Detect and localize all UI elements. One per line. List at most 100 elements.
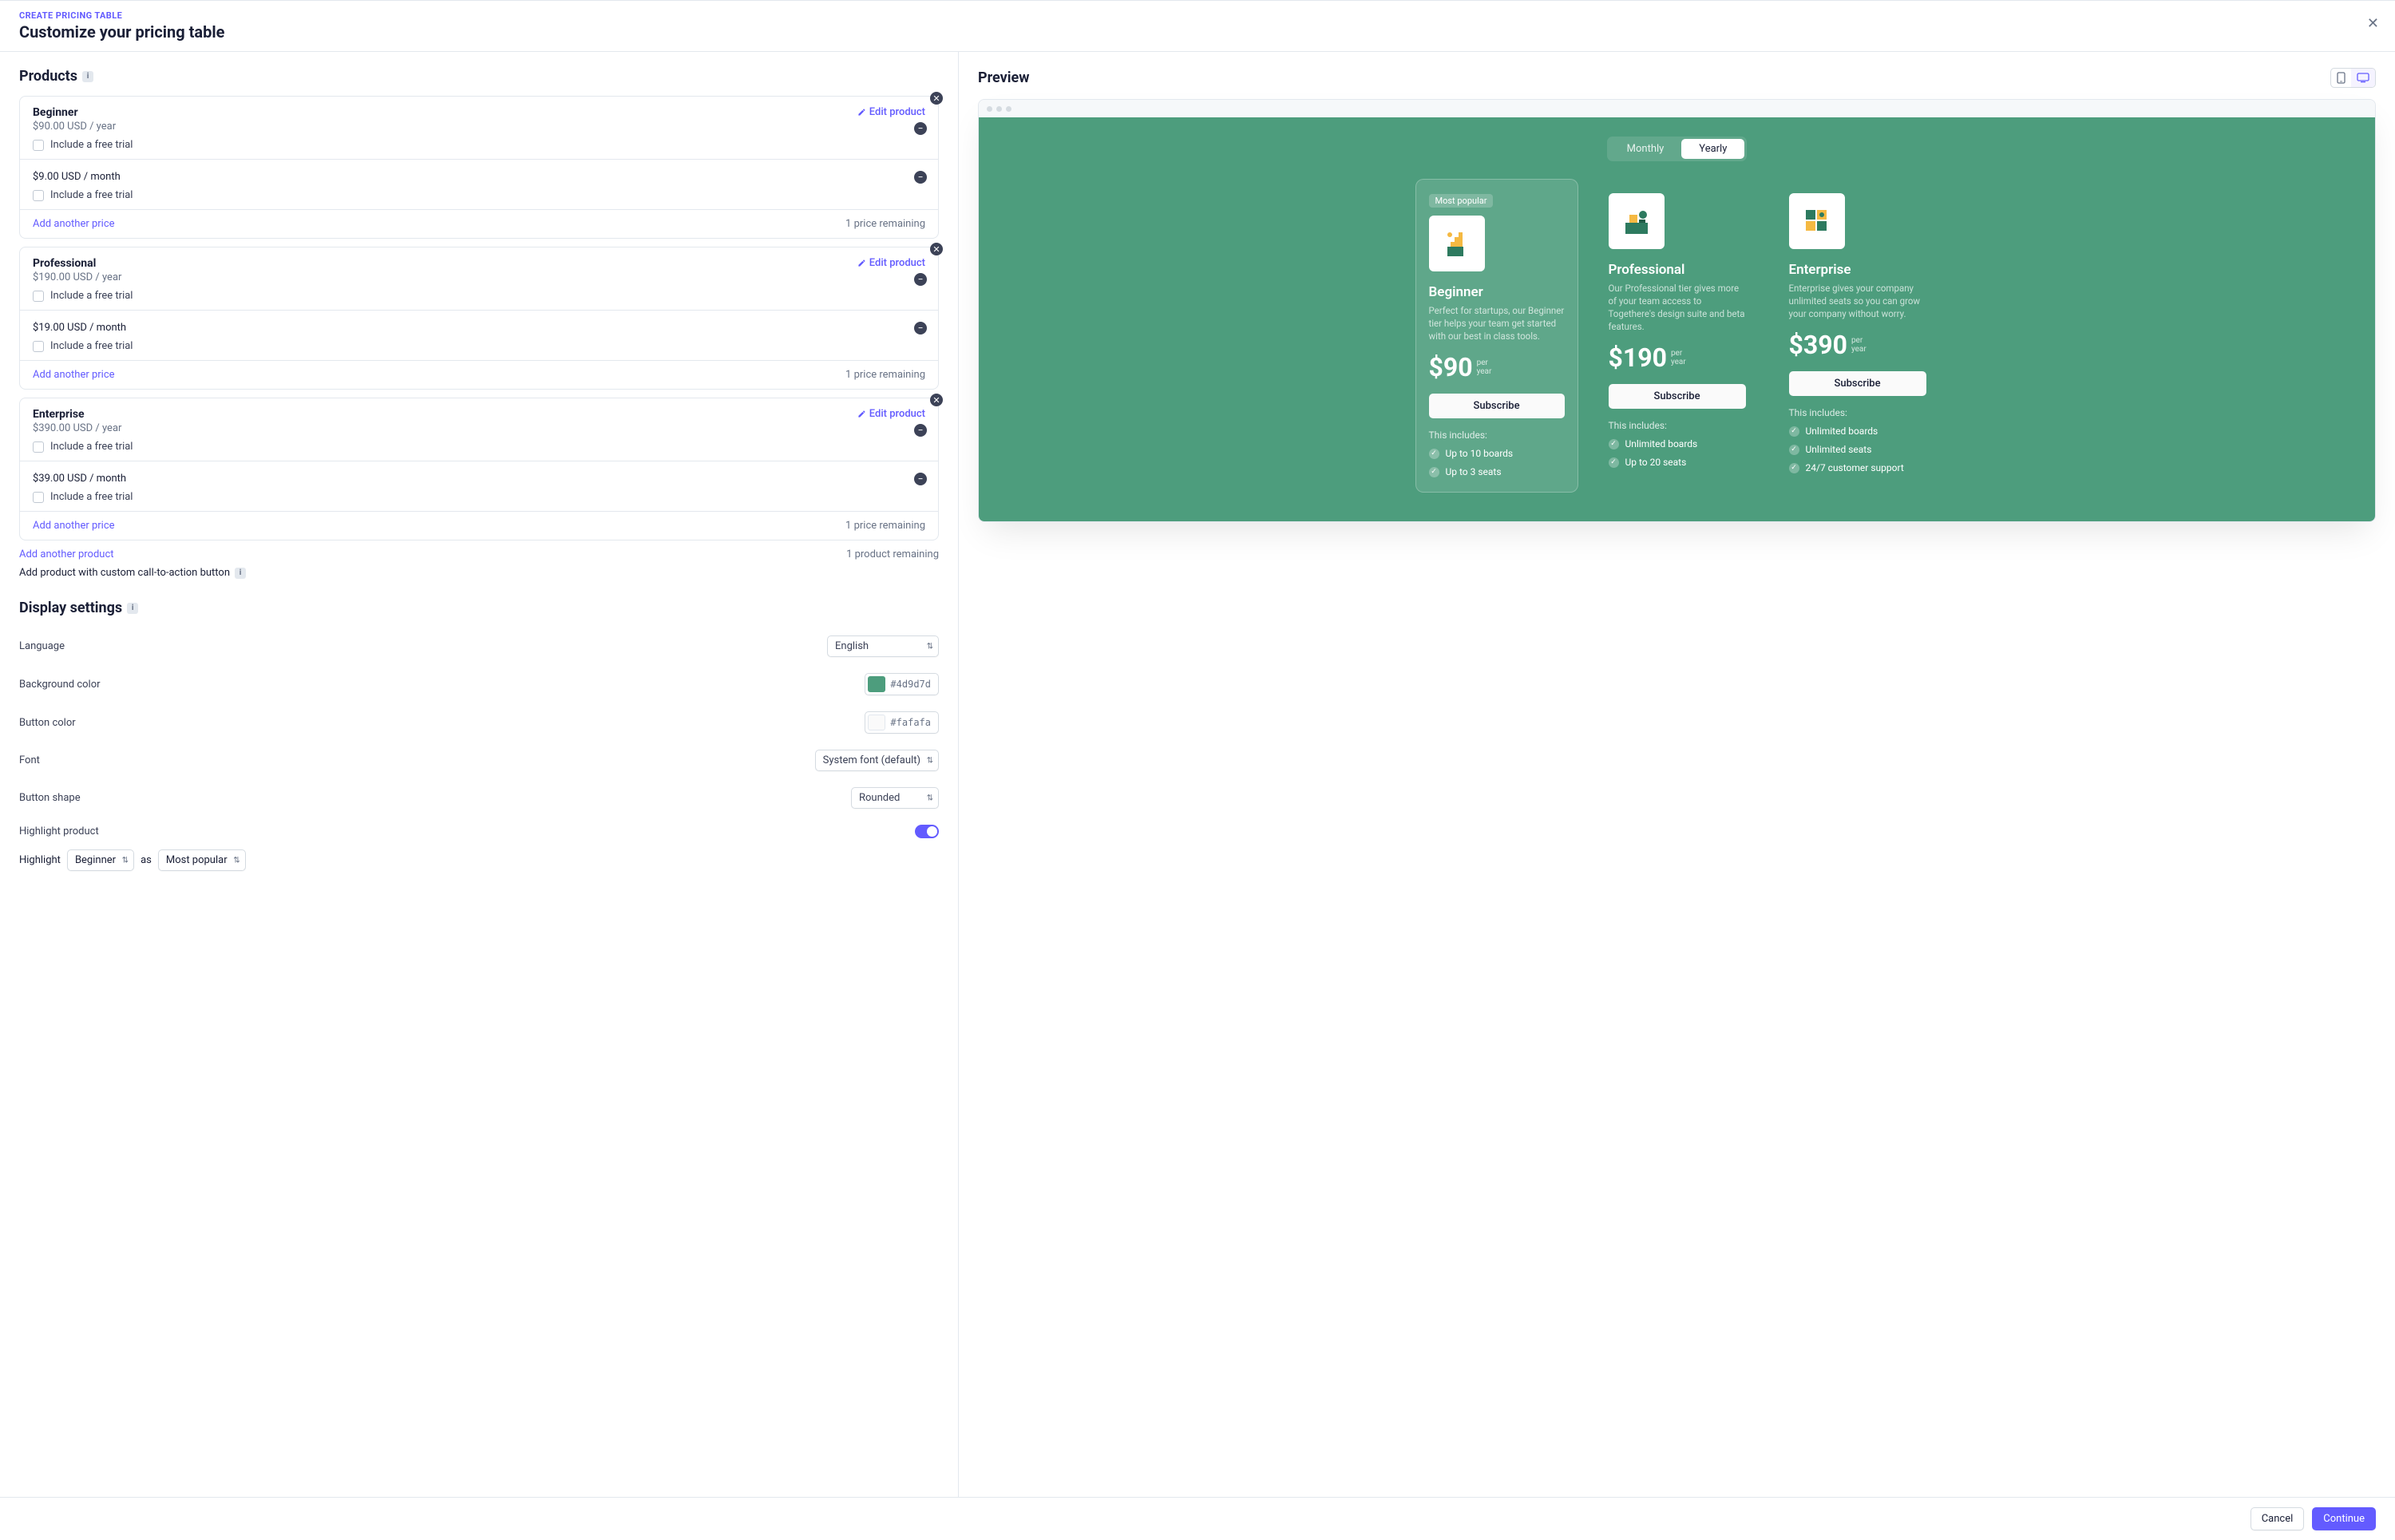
free-trial-checkbox[interactable] — [33, 441, 44, 453]
add-price-link[interactable]: Add another price — [33, 369, 115, 381]
price-row: $9.00 USD / month−Include a free trial — [20, 160, 938, 210]
font-select[interactable]: System font (default) ⇅ — [815, 750, 939, 771]
product-price: $39.00 USD / month — [33, 473, 925, 485]
free-trial-label: Include a free trial — [50, 491, 133, 503]
product-name: Professional — [33, 257, 121, 270]
highlight-product-value: Beginner — [75, 854, 116, 866]
remove-price-icon[interactable]: − — [914, 424, 927, 437]
cancel-button[interactable]: Cancel — [2251, 1507, 2305, 1530]
product-price: $19.00 USD / month — [33, 322, 925, 334]
feature-text: Unlimited seats — [1806, 444, 1872, 455]
edit-product-label: Edit product — [869, 106, 925, 118]
edit-product-link[interactable]: Edit product — [857, 257, 925, 269]
edit-product-link[interactable]: Edit product — [857, 408, 925, 420]
price-row: Beginner$90.00 USD / yearEdit product−In… — [20, 97, 938, 160]
remove-price-icon[interactable]: − — [914, 322, 927, 335]
display-settings-heading: Display settings i — [19, 600, 939, 616]
info-icon[interactable]: i — [82, 71, 93, 82]
feature-text: 24/7 customer support — [1806, 462, 1904, 473]
plan-feature: ✓ Up to 20 seats — [1609, 457, 1746, 468]
plan-feature: ✓ 24/7 customer support — [1789, 462, 1926, 473]
page-header: CREATE PRICING TABLE Customize your pric… — [0, 1, 2395, 52]
free-trial-checkbox[interactable] — [33, 341, 44, 352]
desktop-view-button[interactable] — [2351, 69, 2375, 87]
chevron-updown-icon: ⇅ — [927, 756, 933, 765]
remove-price-icon[interactable]: − — [914, 273, 927, 286]
plan-feature: ✓ Up to 10 boards — [1429, 448, 1565, 459]
device-toggle — [2330, 68, 2376, 88]
remove-price-icon[interactable]: − — [914, 473, 927, 485]
product-price: $9.00 USD / month — [33, 171, 925, 183]
language-select[interactable]: English ⇅ — [827, 635, 939, 657]
language-label: Language — [19, 640, 65, 652]
price-row: $19.00 USD / month−Include a free trial — [20, 311, 938, 361]
page-title: Customize your pricing table — [19, 22, 2376, 42]
plan-name: Enterprise — [1789, 262, 1926, 278]
window-chrome — [979, 100, 2375, 117]
product-name: Enterprise — [33, 408, 121, 421]
price-remaining-hint: 1 price remaining — [845, 369, 925, 381]
desktop-icon — [2357, 73, 2369, 83]
plan-price: $90 peryear — [1429, 352, 1565, 382]
products-heading-text: Products — [19, 68, 77, 85]
plan-card: EnterpriseEnterprise gives your company … — [1776, 179, 1939, 493]
free-trial-checkbox[interactable] — [33, 140, 44, 151]
free-trial-checkbox[interactable] — [33, 492, 44, 503]
highlight-prefix: Highlight — [19, 854, 61, 866]
shape-select[interactable]: Rounded ⇅ — [851, 787, 939, 809]
font-label: Font — [19, 754, 40, 766]
info-icon[interactable]: i — [235, 568, 246, 579]
feature-text: Up to 10 boards — [1446, 448, 1514, 459]
continue-button[interactable]: Continue — [2312, 1507, 2376, 1530]
btncolor-input[interactable]: #fafafa — [865, 711, 939, 734]
subscribe-button[interactable]: Subscribe — [1429, 394, 1565, 418]
bgcolor-input[interactable]: #4d9d7d — [865, 673, 939, 695]
add-cta-product-link[interactable]: Add product with custom call-to-action b… — [19, 567, 230, 579]
highlight-badge-value: Most popular — [166, 854, 228, 866]
check-icon: ✓ — [1429, 449, 1439, 459]
subscribe-button[interactable]: Subscribe — [1789, 371, 1926, 396]
bgcolor-value: #4d9d7d — [890, 679, 936, 690]
free-trial-checkbox[interactable] — [33, 190, 44, 201]
remove-price-icon[interactable]: − — [914, 122, 927, 135]
preview-panel: Preview — [958, 52, 2395, 1497]
preview-window: Monthly Yearly Most popularBeginnerPerfe… — [978, 99, 2376, 522]
highlight-toggle[interactable] — [915, 825, 939, 838]
free-trial-checkbox[interactable] — [33, 291, 44, 302]
tab-monthly[interactable]: Monthly — [1609, 139, 1682, 159]
plan-feature: ✓ Unlimited boards — [1609, 438, 1746, 449]
tab-yearly[interactable]: Yearly — [1681, 139, 1744, 159]
btncolor-value: #fafafa — [890, 717, 936, 728]
check-icon: ✓ — [1789, 445, 1799, 455]
edit-product-link[interactable]: Edit product — [857, 106, 925, 118]
plan-card: Most popularBeginnerPerfect for startups… — [1415, 179, 1578, 493]
price-row: $39.00 USD / month− Include a free trial — [20, 461, 938, 512]
price-row: Enterprise$390.00 USD / yearEdit product… — [20, 398, 938, 461]
pencil-icon — [857, 259, 866, 267]
mobile-view-button[interactable] — [2331, 69, 2351, 87]
plan-amount: $390 — [1789, 330, 1847, 360]
plan-period: peryear — [1851, 336, 1867, 354]
product-card: ✕Beginner$90.00 USD / yearEdit product−I… — [19, 96, 939, 239]
price-remaining-hint: 1 price remaining — [845, 218, 925, 230]
add-product-link[interactable]: Add another product — [19, 548, 114, 560]
add-price-link[interactable]: Add another price — [33, 520, 115, 532]
info-icon[interactable]: i — [127, 603, 138, 614]
plan-feature: ✓ Unlimited seats — [1789, 444, 1926, 455]
subscribe-button[interactable]: Subscribe — [1609, 384, 1746, 409]
breadcrumb: CREATE PRICING TABLE — [19, 10, 2376, 21]
font-value: System font (default) — [823, 754, 920, 766]
add-price-link[interactable]: Add another price — [33, 218, 115, 230]
shape-value: Rounded — [859, 792, 900, 804]
plan-description: Our Professional tier gives more of your… — [1609, 282, 1746, 333]
product-name: Beginner — [33, 106, 116, 119]
chrome-dot — [1006, 106, 1011, 112]
remove-price-icon[interactable]: − — [914, 171, 927, 184]
highlight-product-select[interactable]: Beginner ⇅ — [67, 849, 134, 871]
plan-period: peryear — [1671, 349, 1686, 366]
highlight-badge-select[interactable]: Most popular ⇅ — [158, 849, 246, 871]
plan-period: peryear — [1477, 358, 1492, 376]
chrome-dot — [987, 106, 992, 112]
close-icon[interactable]: ✕ — [2367, 15, 2379, 32]
chevron-updown-icon: ⇅ — [927, 794, 933, 802]
